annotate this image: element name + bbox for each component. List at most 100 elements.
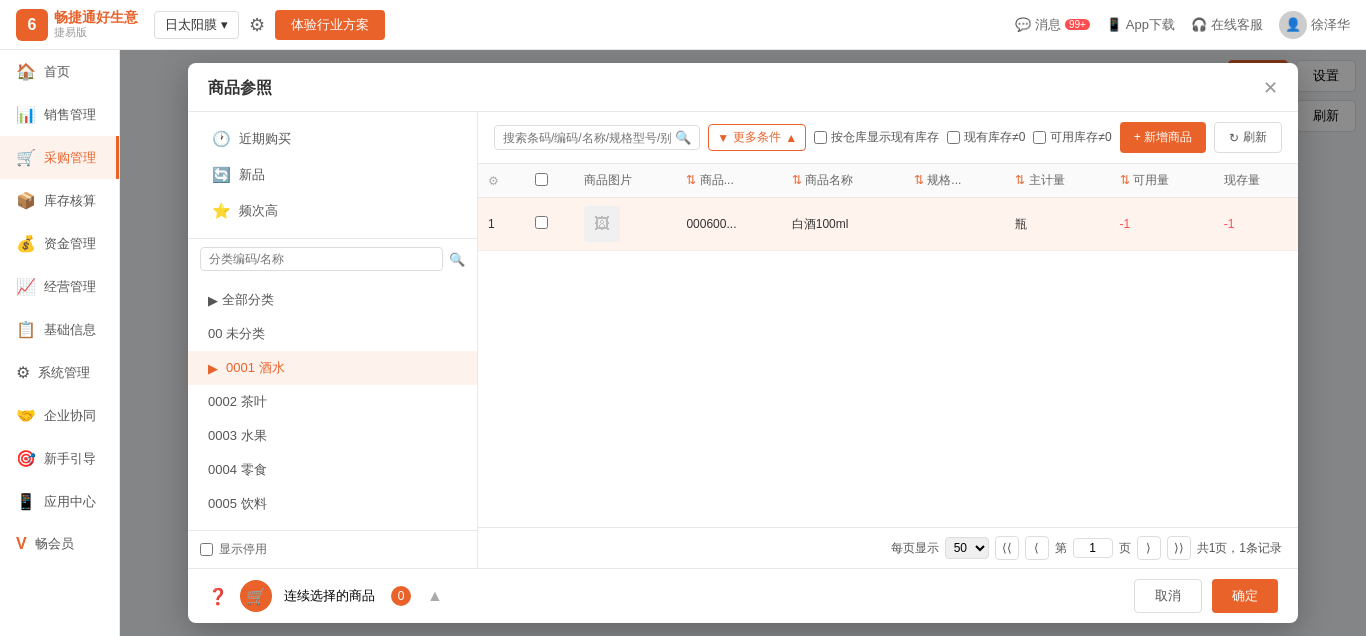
table-row[interactable]: 1 🖼	[478, 198, 1298, 251]
user-item[interactable]: 👤 徐泽华	[1279, 11, 1350, 39]
cat-0004[interactable]: 0004 零食	[188, 453, 477, 487]
available-checkbox[interactable]	[947, 131, 960, 144]
user-name: 徐泽华	[1311, 16, 1350, 34]
prev-page-button[interactable]: ⟨	[1025, 536, 1049, 560]
tab-new-label: 新品	[239, 166, 265, 184]
sidebar-item-member[interactable]: V 畅会员	[0, 523, 119, 565]
sort-icon: ⇅	[686, 173, 696, 187]
confirm-button[interactable]: 确定	[1212, 579, 1278, 613]
modal-close-button[interactable]: ✕	[1263, 77, 1278, 99]
cat-00[interactable]: 00 未分类	[188, 317, 477, 351]
tab-frequent[interactable]: ⭐ 频次高	[200, 194, 465, 228]
sidebar-item-sales[interactable]: 📊 销售管理	[0, 93, 119, 136]
col-code-header[interactable]: ⇅ 商品...	[676, 164, 781, 198]
sidebar-item-guide[interactable]: 🎯 新手引导	[0, 437, 119, 480]
page-input[interactable]	[1073, 538, 1113, 558]
row-no: 1	[478, 198, 525, 251]
pagination-bar: 每页显示 50 ⟨⟨ ⟨ 第 页 ⟩ ⟩⟩ 共1页，1条记录	[478, 527, 1298, 568]
first-page-button[interactable]: ⟨⟨	[995, 536, 1019, 560]
sidebar-item-home[interactable]: 🏠 首页	[0, 50, 119, 93]
category-search-input[interactable]	[200, 247, 443, 271]
cat-0001[interactable]: ▶ 0001 酒水	[188, 351, 477, 385]
message-badge: 99+	[1065, 19, 1090, 30]
nav-selector-label: 日太阳膜	[165, 16, 217, 34]
cat-all[interactable]: ▶ 全部分类	[188, 283, 477, 317]
logo-text-block: 畅捷通好生意 捷易版	[54, 9, 138, 41]
cart-icon: 🛒	[240, 580, 272, 612]
col-settings: ⚙	[478, 164, 525, 198]
warehouse-checkbox[interactable]	[814, 131, 827, 144]
next-page-button[interactable]: ⟩	[1137, 536, 1161, 560]
sidebar-label-basic: 基础信息	[44, 321, 96, 339]
logo-area: 6 畅捷通好生意 捷易版	[16, 9, 138, 41]
content-area: 查询 设置 刷新 商品参照 ✕ 🕐	[120, 50, 1366, 636]
product-search-box[interactable]: 🔍	[494, 125, 700, 150]
sidebar-label-apps: 应用中心	[44, 493, 96, 511]
sidebar-label-inventory: 库存核算	[44, 192, 96, 210]
product-search-input[interactable]	[503, 131, 671, 145]
show-disabled-checkbox[interactable]	[200, 543, 213, 556]
sidebar-item-system[interactable]: ⚙ 系统管理	[0, 351, 119, 394]
tab-new-products[interactable]: 🔄 新品	[200, 158, 465, 192]
col-unit-header[interactable]: ⇅ 主计量	[1005, 164, 1109, 198]
sidebar-label-enterprise: 企业协同	[44, 407, 96, 425]
last-page-button[interactable]: ⟩⟩	[1167, 536, 1191, 560]
modal-title: 商品参照	[208, 78, 272, 99]
cat-0002[interactable]: 0002 茶叶	[188, 385, 477, 419]
cat-0003[interactable]: 0003 水果	[188, 419, 477, 453]
table-header-row: ⚙ 商品图片 ⇅ 商品...	[478, 164, 1298, 198]
search-icon[interactable]: 🔍	[449, 252, 465, 267]
modal-left-tabs: 🕐 近期购买 🔄 新品 ⭐ 频次高	[188, 112, 477, 238]
experience-button[interactable]: 体验行业方案	[275, 10, 385, 40]
tab-recent-purchase[interactable]: 🕐 近期购买	[200, 122, 465, 156]
online-service-item[interactable]: 🎧 在线客服	[1191, 16, 1263, 34]
col-available-label: 可用量	[1133, 173, 1169, 187]
refresh-product-button[interactable]: ↻ 刷新	[1214, 122, 1282, 153]
action-buttons: + 新增商品 ↻ 刷新	[1120, 122, 1282, 153]
col-spec-header[interactable]: ⇅ 规格...	[904, 164, 1005, 198]
cancel-button[interactable]: 取消	[1134, 579, 1202, 613]
show-disabled-label[interactable]: 显示停用	[219, 541, 267, 558]
usable-checkbox[interactable]	[1033, 131, 1046, 144]
col-img-header: 商品图片	[574, 164, 676, 198]
app-download-item[interactable]: 📱 App下载	[1106, 16, 1175, 34]
sidebar-item-apps[interactable]: 📱 应用中心	[0, 480, 119, 523]
row-checkbox-cell	[525, 198, 575, 251]
check-by-warehouse[interactable]: 按仓库显示现有库存	[814, 129, 939, 146]
footer-buttons: 取消 确定	[1134, 579, 1278, 613]
col-name-header[interactable]: ⇅ 商品名称	[782, 164, 904, 198]
search-icon: 🔍	[675, 130, 691, 145]
cat-0001-arrow: ▶	[208, 361, 218, 376]
sort-unit-icon: ⇅	[1015, 173, 1025, 187]
gear-button[interactable]: ⚙	[239, 10, 275, 40]
row-unit-cell: 瓶	[1005, 198, 1109, 251]
cat-0008[interactable]: 0008 水	[188, 521, 477, 530]
sidebar-item-purchase[interactable]: 🛒 采购管理	[0, 136, 119, 179]
check-usable-item[interactable]: 可用库存≠0	[1033, 129, 1111, 146]
sidebar-item-operations[interactable]: 📈 经营管理	[0, 265, 119, 308]
select-all-checkbox[interactable]	[535, 173, 548, 186]
settings-icon[interactable]: ⚙	[488, 174, 499, 188]
sidebar-item-inventory[interactable]: 📦 库存核算	[0, 179, 119, 222]
continuous-select-label: 连续选择的商品	[284, 587, 375, 605]
help-icon[interactable]: ❓	[208, 587, 228, 606]
message-item[interactable]: 💬 消息 99+	[1015, 16, 1090, 34]
nav-selector[interactable]: 日太阳膜 ▾	[154, 11, 239, 39]
check-available-item[interactable]: 现有库存≠0	[947, 129, 1025, 146]
add-product-button[interactable]: + 新增商品	[1120, 122, 1206, 153]
row-checkbox[interactable]	[535, 216, 548, 229]
sidebar-item-basic[interactable]: 📋 基础信息	[0, 308, 119, 351]
per-page-select[interactable]: 50	[945, 537, 989, 559]
logo-sub: 捷易版	[54, 25, 138, 40]
finance-icon: 💰	[16, 234, 36, 253]
col-available-header[interactable]: ⇅ 可用量	[1110, 164, 1214, 198]
sidebar-item-enterprise[interactable]: 🤝 企业协同	[0, 394, 119, 437]
col-code-label: 商品...	[700, 173, 734, 187]
filter-more-button[interactable]: ▼ 更多条件 ▲	[708, 124, 806, 151]
sidebar-item-finance[interactable]: 💰 资金管理	[0, 222, 119, 265]
cat-0005[interactable]: 0005 饮料	[188, 487, 477, 521]
page-word: 第	[1055, 540, 1067, 557]
member-icon: V	[16, 535, 27, 553]
avatar-icon: 👤	[1285, 17, 1301, 32]
collapse-footer-icon[interactable]: ▲	[427, 587, 443, 605]
